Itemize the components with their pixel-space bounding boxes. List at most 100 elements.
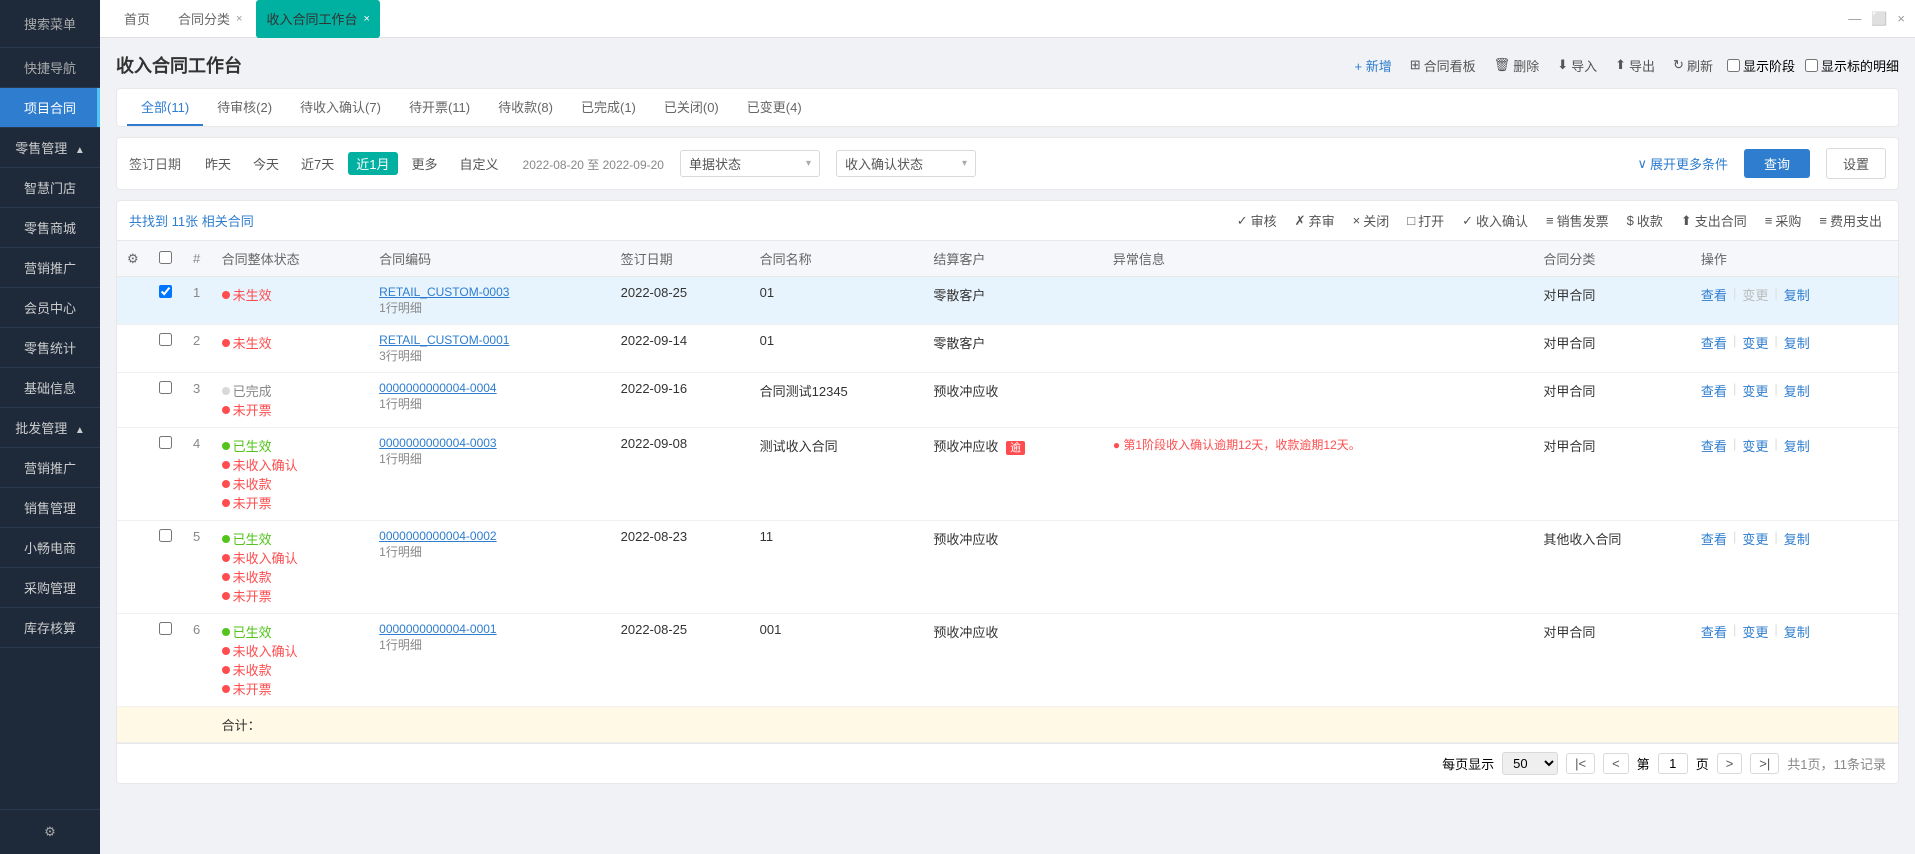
view-link[interactable]: 查看: [1701, 622, 1727, 641]
action-abandon-review[interactable]: ✗ 弃审: [1291, 209, 1339, 232]
change-link[interactable]: 变更: [1742, 622, 1768, 641]
date-btn-last1month[interactable]: 近1月: [348, 152, 397, 175]
last-page-btn[interactable]: >|: [1750, 753, 1779, 774]
status-tab-completed[interactable]: 已完成(1): [567, 89, 650, 126]
set-button[interactable]: 设置: [1826, 148, 1886, 179]
sidebar-item-retail-mall[interactable]: 零售商城: [0, 208, 100, 248]
export-button[interactable]: ⬆ 导出: [1611, 54, 1659, 77]
new-button[interactable]: + 新增: [1351, 54, 1396, 77]
sidebar-item-purchase-mgmt[interactable]: 采购管理: [0, 568, 100, 608]
date-btn-yesterday[interactable]: 昨天: [197, 152, 239, 175]
status-tab-all[interactable]: 全部(11): [127, 89, 203, 126]
sidebar-item-sales-mgmt[interactable]: 销售管理: [0, 488, 100, 528]
date-filter-label: 签订日期: [129, 154, 181, 173]
sidebar-item-wholesale-mgmt[interactable]: 批发管理 ▲: [0, 408, 100, 448]
sidebar-item-retail-mgmt[interactable]: 零售管理 ▲: [0, 128, 100, 168]
tab-income-contract[interactable]: 收入合同工作台 ×: [256, 0, 379, 38]
contract-code-link[interactable]: 0000000000004-0004: [379, 381, 600, 395]
sidebar-item-inventory[interactable]: 库存核算: [0, 608, 100, 648]
status-tag-no-payment: 未收款: [222, 660, 272, 679]
sidebar-item-member-center[interactable]: 会员中心: [0, 288, 100, 328]
import-button[interactable]: ⬇ 导入: [1553, 54, 1601, 77]
close-window-icon[interactable]: ×: [1897, 11, 1905, 27]
gear-icon: ⚙: [44, 824, 56, 839]
status-dot: [222, 535, 230, 543]
page-unit: 页: [1696, 754, 1709, 773]
prev-page-btn[interactable]: <: [1603, 753, 1629, 774]
close-icon[interactable]: ×: [236, 13, 242, 25]
date-btn-last7[interactable]: 近7天: [293, 152, 342, 175]
contract-code-link[interactable]: 0000000000004-0003: [379, 436, 600, 450]
view-link[interactable]: 查看: [1701, 529, 1727, 548]
table-header-row: ⚙ # 合同整体状态 合同编码 签订日期 合同名称: [117, 241, 1898, 277]
confirm-status-select[interactable]: 收入确认状态 ▾: [836, 150, 976, 177]
copy-link[interactable]: 复制: [1784, 285, 1810, 304]
status-tab-changed[interactable]: 已变更(4): [733, 89, 816, 126]
status-tab-pending-confirm[interactable]: 待收入确认(7): [286, 89, 395, 126]
date-btn-today[interactable]: 今天: [245, 152, 287, 175]
col-settings[interactable]: ⚙: [117, 241, 149, 277]
sidebar-search[interactable]: 搜索菜单: [0, 0, 100, 48]
next-page-btn[interactable]: >: [1717, 753, 1743, 774]
sidebar-item-basic-info[interactable]: 基础信息: [0, 368, 100, 408]
per-page-select[interactable]: 50 100 200: [1502, 752, 1558, 775]
action-purchase[interactable]: ≡ 采购: [1761, 209, 1806, 232]
change-link[interactable]: 变更: [1742, 529, 1768, 548]
action-collect-payment[interactable]: $ 收款: [1623, 209, 1667, 232]
minimize-icon[interactable]: —: [1848, 11, 1861, 27]
status-tab-closed[interactable]: 已关闭(0): [650, 89, 733, 126]
action-expense-contract[interactable]: ⬆ 支出合同: [1677, 209, 1751, 232]
date-btn-custom[interactable]: 自定义: [452, 152, 507, 175]
query-button[interactable]: 查询: [1744, 149, 1810, 178]
tab-home[interactable]: 首页: [110, 0, 164, 38]
date-btn-more[interactable]: 更多: [404, 152, 446, 175]
view-link[interactable]: 查看: [1701, 436, 1727, 455]
status-tab-pending-invoice[interactable]: 待开票(11): [395, 89, 484, 126]
action-income-confirm[interactable]: ✓ 收入确认: [1458, 209, 1532, 232]
copy-link[interactable]: 复制: [1784, 622, 1810, 641]
action-close[interactable]: × 关闭: [1349, 209, 1394, 232]
action-fee-expense[interactable]: ≡ 费用支出: [1815, 209, 1886, 232]
copy-link[interactable]: 复制: [1784, 333, 1810, 352]
contract-code-link[interactable]: RETAIL_CUSTOM-0003: [379, 285, 600, 299]
show-fields-checkbox[interactable]: 显示阶段: [1727, 56, 1795, 75]
show-detail-checkbox[interactable]: 显示标的明细: [1805, 56, 1899, 75]
kanban-button[interactable]: ⊞ 合同看板: [1406, 54, 1480, 77]
change-link[interactable]: 变更: [1742, 381, 1768, 400]
tab-contract-category[interactable]: 合同分类 ×: [164, 0, 256, 38]
action-open[interactable]: □ 打开: [1403, 209, 1448, 232]
change-link[interactable]: 变更: [1742, 333, 1768, 352]
sidebar-item-marketing[interactable]: 营销推广: [0, 248, 100, 288]
copy-link[interactable]: 复制: [1784, 381, 1810, 400]
first-page-btn[interactable]: |<: [1566, 753, 1595, 774]
copy-link[interactable]: 复制: [1784, 436, 1810, 455]
copy-link[interactable]: 复制: [1784, 529, 1810, 548]
sidebar-item-marketing2[interactable]: 营销推广: [0, 448, 100, 488]
delete-button[interactable]: 🗑 删除: [1490, 54, 1544, 77]
sidebar-nav[interactable]: 快捷导航: [0, 48, 100, 88]
view-link[interactable]: 查看: [1701, 381, 1727, 400]
status-tab-pending-review[interactable]: 待审核(2): [203, 89, 286, 126]
contract-code-link[interactable]: RETAIL_CUSTOM-0001: [379, 333, 600, 347]
doc-status-select[interactable]: 单据状态 ▾: [680, 150, 820, 177]
action-review[interactable]: ✓ 审核: [1233, 209, 1281, 232]
view-link[interactable]: 查看: [1701, 333, 1727, 352]
refresh-button[interactable]: ↻ 刷新: [1669, 54, 1717, 77]
maximize-icon[interactable]: ⬜: [1871, 11, 1887, 27]
change-link[interactable]: 变更: [1742, 436, 1768, 455]
expand-filter-btn[interactable]: ∨ 展开更多条件: [1637, 154, 1728, 173]
status-tag-invalid: 未生效: [222, 285, 272, 304]
contract-code-link[interactable]: 0000000000004-0002: [379, 529, 600, 543]
col-checkbox[interactable]: [149, 241, 182, 277]
status-tab-pending-payment[interactable]: 待收款(8): [484, 89, 567, 126]
sidebar-item-ecommerce[interactable]: 小畅电商: [0, 528, 100, 568]
sidebar-item-smart-store[interactable]: 智慧门店: [0, 168, 100, 208]
sidebar-item-retail-stats[interactable]: 零售统计: [0, 328, 100, 368]
close-icon[interactable]: ×: [363, 13, 369, 25]
contract-code-sub: 1行明细: [379, 450, 600, 467]
contract-code-link[interactable]: 0000000000004-0001: [379, 622, 600, 636]
action-sales-invoice[interactable]: ≡ 销售发票: [1542, 209, 1613, 232]
view-link[interactable]: 查看: [1701, 285, 1727, 304]
sidebar-item-project-contract[interactable]: 项目合同: [0, 88, 100, 128]
sidebar-settings[interactable]: ⚙: [0, 809, 100, 854]
